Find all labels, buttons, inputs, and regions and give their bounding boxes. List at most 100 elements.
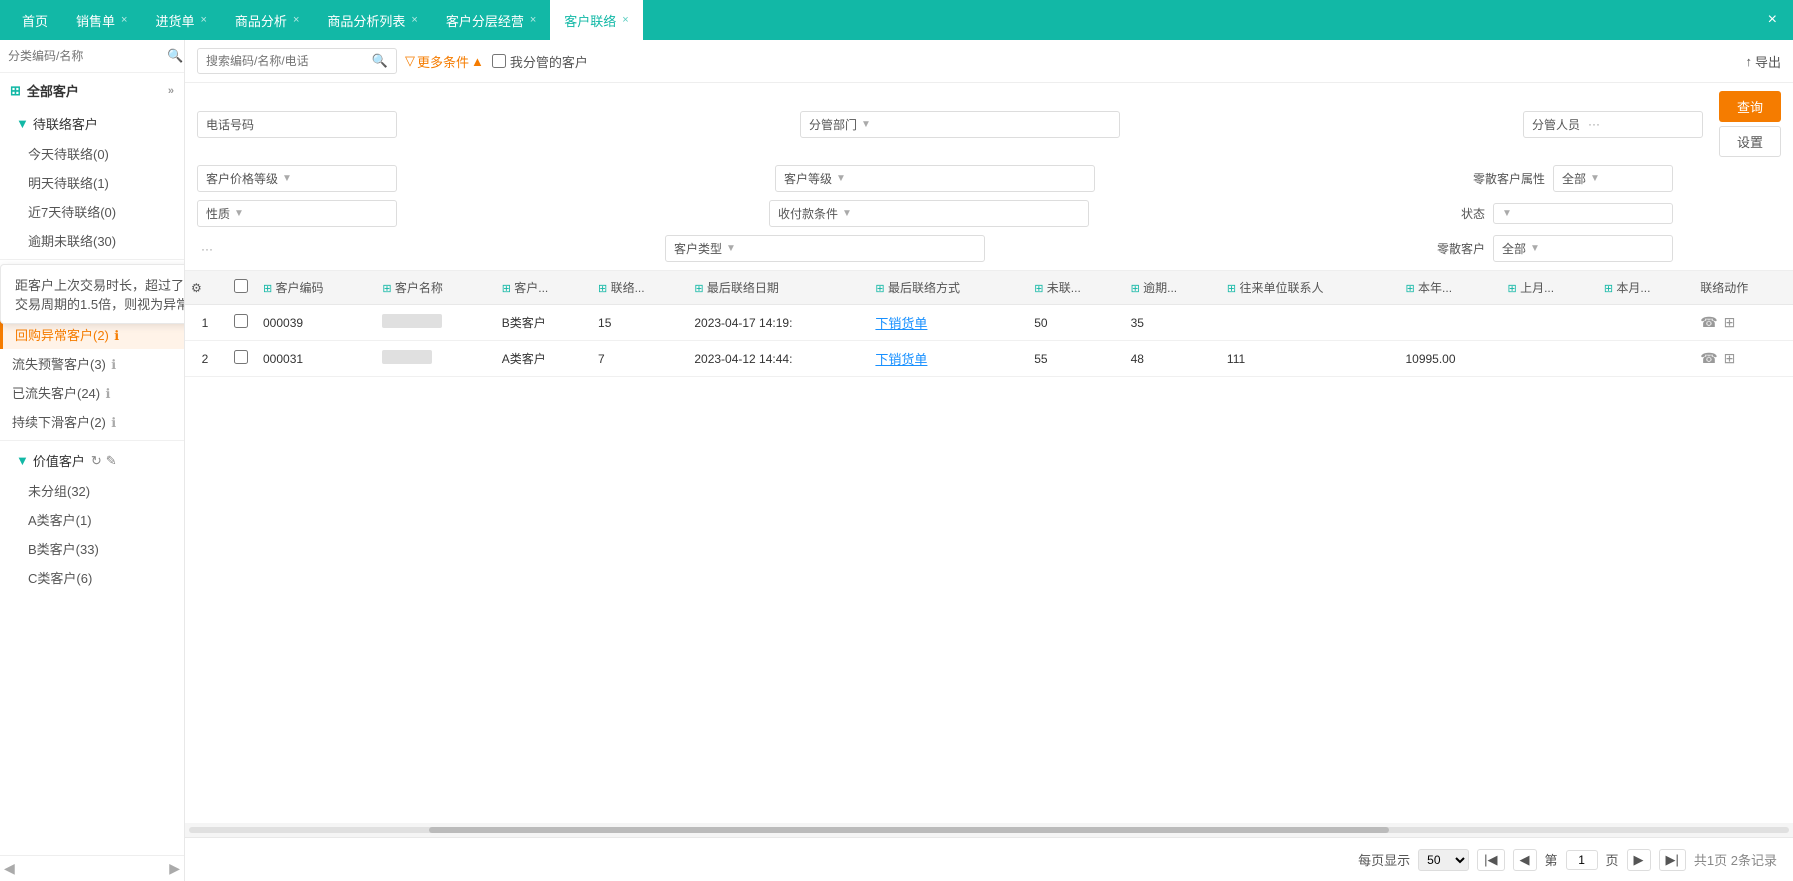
nav-purchase-order[interactable]: 进货单 × bbox=[141, 0, 220, 40]
scroll-thumb[interactable] bbox=[429, 827, 1389, 833]
filter-row-3: 性质 ▼ 收付款条件 ▼ 状态 ▼ bbox=[197, 200, 1781, 227]
sidebar-search-icon[interactable]: 🔍 bbox=[167, 48, 183, 64]
arrow-down-icon-2: ▼ bbox=[16, 453, 29, 468]
last-contact-method[interactable]: 下销货单 bbox=[869, 305, 1028, 341]
retail-attr-field[interactable]: 全部 ▼ bbox=[1553, 165, 1673, 192]
phone-action-icon-2[interactable]: ☎ bbox=[1700, 350, 1717, 367]
retail-attr-area: 零散客户属性 全部 ▼ bbox=[1473, 165, 1673, 192]
row-check[interactable] bbox=[225, 305, 257, 341]
value-customers-group[interactable]: ▼ 价值客户 ↻ ✎ bbox=[0, 445, 184, 476]
more-dots-area: ··· bbox=[197, 242, 213, 256]
sidebar-item-repeat-purchase[interactable]: 回购异常客户(2) ℹ bbox=[0, 320, 184, 349]
query-button[interactable]: 查询 bbox=[1719, 91, 1781, 122]
sidebar-next-icon[interactable]: ▶ bbox=[169, 860, 180, 877]
content-area: 🔍 ▽ 更多条件 ▲ 我分管的客户 ↑ 导出 电话号码 bbox=[185, 40, 1793, 881]
edit-icon[interactable]: ✎ bbox=[106, 453, 117, 469]
page-input[interactable] bbox=[1566, 850, 1598, 870]
arrow-down-icon: ▼ bbox=[16, 116, 29, 131]
contact-method-link-2[interactable]: 下销货单 bbox=[875, 352, 927, 367]
contact-action-icon-2[interactable]: ⊞ bbox=[1724, 350, 1736, 367]
col-last-contact-date: 最后联络日期 bbox=[688, 271, 869, 305]
pending-contact-group[interactable]: ▼ 待联络客户 bbox=[0, 108, 184, 139]
phone-action-icon[interactable]: ☎ bbox=[1700, 314, 1717, 331]
row-check[interactable] bbox=[225, 341, 257, 377]
chevron-up-icon: ▲ bbox=[471, 54, 484, 69]
retail-customer-field[interactable]: 全部 ▼ bbox=[1493, 235, 1673, 262]
select-all-checkbox[interactable] bbox=[234, 279, 248, 293]
info-icon-3: ℹ bbox=[105, 386, 110, 401]
more-conditions-btn[interactable]: ▽ 更多条件 ▲ bbox=[405, 52, 484, 71]
phone-field[interactable]: 电话号码 bbox=[197, 111, 397, 138]
nav-product-analysis-list[interactable]: 商品分析列表 × bbox=[313, 0, 431, 40]
row-checkbox-2[interactable] bbox=[234, 350, 248, 364]
last-page-btn[interactable]: ▶| bbox=[1659, 849, 1686, 871]
last-month bbox=[1502, 305, 1598, 341]
sidebar-item-b-class[interactable]: B类客户(33) bbox=[0, 534, 184, 563]
sidebar-item-lost[interactable]: 已流失客户(24) ℹ bbox=[0, 378, 184, 407]
col-checkbox[interactable] bbox=[225, 271, 257, 305]
customer-type-field[interactable]: 客户类型 ▼ bbox=[665, 235, 985, 262]
sidebar-prev-icon[interactable]: ◀ bbox=[4, 860, 15, 877]
nav-close-icon[interactable]: × bbox=[530, 14, 536, 26]
payment-field[interactable]: 收付款条件 ▼ bbox=[769, 200, 1089, 227]
sidebar-search-input[interactable] bbox=[8, 49, 163, 63]
prev-page-btn[interactable]: ◀ bbox=[1513, 849, 1537, 871]
export-button[interactable]: ↑ 导出 bbox=[1745, 52, 1781, 71]
manager-field[interactable]: 分管人员 ··· bbox=[1523, 111, 1703, 138]
refresh-icon[interactable]: ↻ bbox=[91, 453, 102, 469]
gender-field[interactable]: 性质 ▼ bbox=[197, 200, 397, 227]
sidebar-item-tomorrow[interactable]: 明天待联络(1) bbox=[0, 168, 184, 197]
my-customers-check[interactable] bbox=[492, 54, 506, 68]
nav-customer-contact[interactable]: 客户联络 × bbox=[550, 0, 642, 40]
per-page-select[interactable]: 50 100 200 bbox=[1418, 849, 1469, 871]
nav-close-icon[interactable]: × bbox=[200, 14, 206, 26]
nav-close-icon[interactable]: × bbox=[121, 14, 127, 26]
last-contact-date: 2023-04-17 14:19: bbox=[688, 305, 869, 341]
nav-close-active-icon[interactable]: × bbox=[622, 14, 628, 26]
col-settings[interactable]: ⚙ bbox=[185, 271, 225, 305]
dropdown-icon: ▼ bbox=[861, 119, 871, 130]
status-field[interactable]: ▼ bbox=[1493, 203, 1673, 224]
my-customers-checkbox[interactable]: 我分管的客户 bbox=[492, 52, 588, 71]
horizontal-scrollbar[interactable] bbox=[185, 823, 1793, 837]
contact-method-link[interactable]: 下销货单 bbox=[875, 316, 927, 331]
nav-customer-segmentation[interactable]: 客户分层经营 × bbox=[432, 0, 550, 40]
settings-button[interactable]: 设置 bbox=[1719, 126, 1781, 157]
dropdown-icon-6: ▼ bbox=[842, 208, 852, 219]
col-contact-count: 联络... bbox=[592, 271, 688, 305]
first-page-btn[interactable]: |◀ bbox=[1477, 849, 1504, 871]
sidebar-collapse-icon[interactable]: » bbox=[168, 85, 174, 97]
sidebar-item-descend[interactable]: 持续下滑客户(2) ℹ bbox=[0, 407, 184, 436]
sidebar-item-c-class[interactable]: C类客户(6) bbox=[0, 563, 184, 592]
overdue: 35 bbox=[1125, 305, 1221, 341]
department-field[interactable]: 分管部门 ▼ bbox=[800, 111, 1120, 138]
customer-level-field[interactable]: 客户等级 ▼ bbox=[775, 165, 1095, 192]
sidebar-item-a-class[interactable]: A类客户(1) bbox=[0, 505, 184, 534]
status-area: 状态 ▼ bbox=[1461, 203, 1673, 224]
nav-right: × bbox=[1760, 7, 1785, 33]
sidebar-item-lost-pre[interactable]: 流失预警客户(3) ℹ bbox=[0, 349, 184, 378]
sidebar-item-overdue[interactable]: 逾期未联络(30) bbox=[0, 226, 184, 255]
all-customers-header[interactable]: ⊞ 全部客户 » bbox=[0, 73, 184, 108]
search-input[interactable] bbox=[206, 54, 368, 68]
sidebar-item-7days[interactable]: 近7天待联络(0) bbox=[0, 197, 184, 226]
info-icon-4: ℹ bbox=[111, 415, 116, 430]
sidebar-item-ungroup[interactable]: 未分组(32) bbox=[0, 476, 184, 505]
contact-count: 15 bbox=[592, 305, 688, 341]
nav-product-analysis[interactable]: 商品分析 × bbox=[221, 0, 313, 40]
dropdown-icon-2: ▼ bbox=[282, 173, 292, 184]
row-checkbox[interactable] bbox=[234, 314, 248, 328]
window-close-icon[interactable]: × bbox=[1760, 7, 1785, 33]
nav-close-icon[interactable]: × bbox=[411, 14, 417, 26]
sidebar-item-today[interactable]: 今天待联络(0) bbox=[0, 139, 184, 168]
price-level-field[interactable]: 客户价格等级 ▼ bbox=[197, 165, 397, 192]
nav-home[interactable]: 首页 bbox=[8, 0, 62, 40]
nav-sales-order[interactable]: 销售单 × bbox=[62, 0, 141, 40]
last-contact-method-2[interactable]: 下销货单 bbox=[869, 341, 1028, 377]
nav-close-icon[interactable]: × bbox=[293, 14, 299, 26]
contact-action-icon[interactable]: ⊞ bbox=[1724, 314, 1736, 331]
search-icon[interactable]: 🔍 bbox=[372, 53, 388, 69]
name-mask bbox=[382, 314, 442, 328]
next-page-btn[interactable]: ▶ bbox=[1627, 849, 1651, 871]
pagination-bar: 每页显示 50 100 200 |◀ ◀ 第 页 ▶ ▶| 共1页 2条记录 bbox=[185, 837, 1793, 881]
